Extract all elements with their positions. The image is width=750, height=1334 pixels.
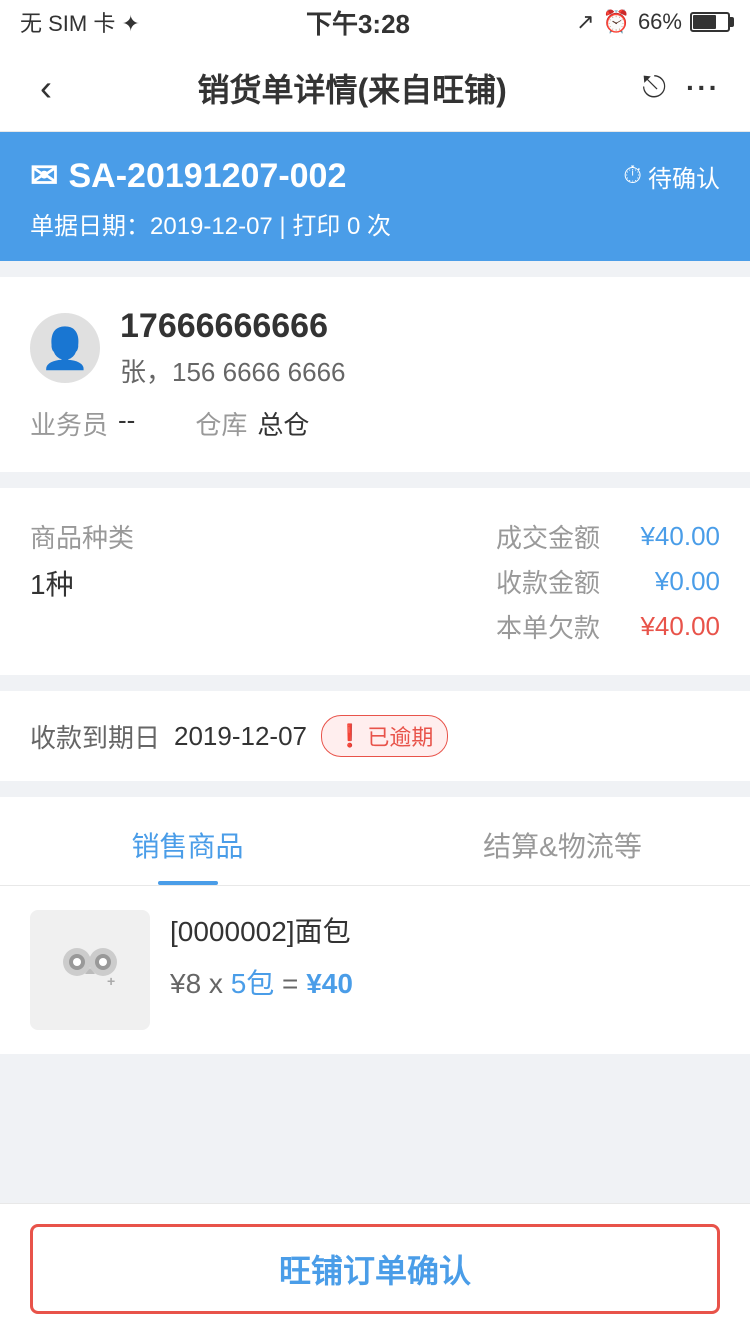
customer-section: 👤 17666666666 张，156 6666 6666 业务员 -- 仓库 … — [0, 277, 750, 472]
salesperson-item: 业务员 -- — [30, 405, 135, 442]
transaction-amount-value: ¥40.00 — [620, 521, 720, 552]
warning-icon: ❗ — [336, 723, 363, 749]
due-date-label: 收款到期日 — [30, 718, 160, 755]
warehouse-value: 总仓 — [257, 405, 309, 442]
person-icon: 👤 — [40, 325, 90, 372]
amount-section: 商品种类 1种 成交金额 ¥40.00 收款金额 ¥0.00 本单欠款 ¥40.… — [0, 488, 750, 675]
sim-indicator: 无 SIM 卡 ✦ — [20, 6, 140, 38]
owed-amount-value: ¥40.00 — [620, 611, 720, 642]
due-date-value: 2019-12-07 — [174, 721, 307, 752]
customer-meta: 业务员 -- 仓库 总仓 — [30, 405, 720, 442]
share-button[interactable]: ⎋ — [642, 71, 666, 105]
order-id: ✉ SA-20191207-002 — [30, 156, 346, 196]
product-logo: + — [55, 940, 125, 1000]
goods-type-value: 1种 — [30, 563, 134, 603]
product-info: [0000002]面包 ¥8 x 5包 = ¥40 — [170, 910, 720, 1002]
product-qty: 5包 — [231, 968, 275, 999]
alarm-icon: ⏰ — [603, 9, 630, 35]
order-date: 单据日期：2019-12-07 | 打印 0 次 — [30, 206, 720, 241]
tabs-section: 销售商品 结算&物流等 + — [0, 797, 750, 1054]
battery-percent: 66% — [638, 9, 682, 35]
warehouse-item: 仓库 总仓 — [195, 405, 309, 442]
warehouse-label: 仓库 — [195, 405, 247, 442]
product-total: ¥40 — [306, 968, 353, 999]
confirm-button[interactable]: 旺铺订单确认 — [30, 1224, 720, 1314]
due-date-section: 收款到期日 2019-12-07 ❗ 已逾期 — [0, 691, 750, 781]
tab-settlement[interactable]: 结算&物流等 — [375, 797, 750, 885]
product-name: [0000002]面包 — [170, 910, 720, 950]
back-button[interactable]: ‹ — [30, 57, 62, 119]
received-amount-row: 收款金额 ¥0.00 — [496, 563, 720, 600]
bottom-bar: 旺铺订单确认 — [0, 1203, 750, 1334]
received-amount-label: 收款金额 — [496, 563, 600, 600]
location-icon: ↗ — [576, 9, 594, 35]
transaction-amount-row: 成交金额 ¥40.00 — [496, 518, 720, 555]
nav-actions: ⎋ ··· — [642, 71, 720, 105]
owed-amount-row: 本单欠款 ¥40.00 — [496, 608, 720, 645]
page-title: 销货单详情(来自旺铺) — [197, 65, 506, 111]
price-text: ¥8 x — [170, 968, 231, 999]
goods-type: 商品种类 1种 — [30, 518, 134, 603]
battery-icon — [690, 12, 730, 32]
svg-text:+: + — [107, 973, 115, 989]
customer-info: 17666666666 张，156 6666 6666 — [120, 307, 720, 389]
status-bar: 无 SIM 卡 ✦ 下午3:28 ↗ ⏰ 66% — [0, 0, 750, 44]
overdue-badge: ❗ 已逾期 — [321, 715, 448, 757]
product-price: ¥8 x 5包 = ¥40 — [170, 962, 720, 1002]
customer-phone: 17666666666 — [120, 307, 720, 346]
status-right: ↗ ⏰ 66% — [576, 9, 730, 35]
avatar: 👤 — [30, 313, 100, 383]
order-status: ⏱ 待确认 — [623, 159, 720, 194]
tabs-row: 销售商品 结算&物流等 — [0, 797, 750, 886]
more-button[interactable]: ··· — [686, 72, 720, 104]
clock-icon: ⏱ — [623, 162, 642, 190]
status-time: 下午3:28 — [306, 4, 410, 41]
salesperson-value: -- — [118, 405, 135, 442]
product-item: + [0000002]面包 ¥8 x 5包 = ¥40 — [0, 886, 750, 1054]
salesperson-label: 业务员 — [30, 405, 108, 442]
nav-bar: ‹ 销货单详情(来自旺铺) ⎋ ··· — [0, 44, 750, 132]
equals-text: = — [274, 968, 306, 999]
product-thumbnail: + — [30, 910, 150, 1030]
customer-name: 张，156 6666 6666 — [120, 352, 720, 389]
goods-type-label: 商品种类 — [30, 518, 134, 555]
status-left: 无 SIM 卡 ✦ — [20, 6, 140, 38]
received-amount-value: ¥0.00 — [620, 566, 720, 597]
tab-sales-goods[interactable]: 销售商品 — [0, 797, 375, 885]
order-header: ✉ SA-20191207-002 ⏱ 待确认 单据日期：2019-12-07 … — [0, 132, 750, 261]
transaction-amount-label: 成交金额 — [496, 518, 600, 555]
envelope-icon: ✉ — [30, 156, 59, 196]
owed-amount-label: 本单欠款 — [496, 608, 600, 645]
amount-list: 成交金额 ¥40.00 收款金额 ¥0.00 本单欠款 ¥40.00 — [496, 518, 720, 645]
